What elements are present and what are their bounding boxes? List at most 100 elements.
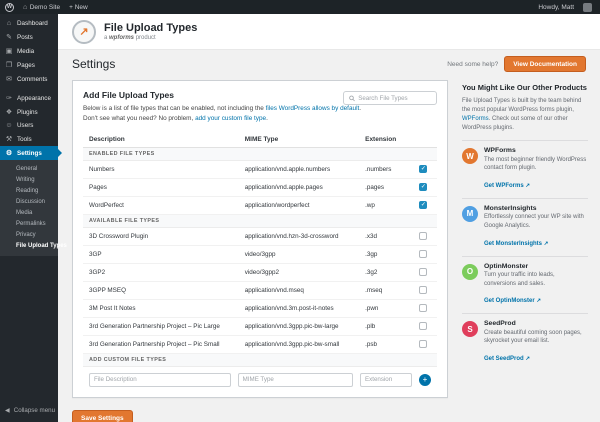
file-description: Numbers: [83, 160, 239, 178]
add-custom-type-button[interactable]: +: [419, 374, 431, 386]
sidebar-item-comments[interactable]: ✉Comments: [0, 72, 58, 86]
external-link-icon: ↗: [525, 183, 530, 189]
file-type-checkbox[interactable]: [419, 165, 427, 173]
section-label: ENABLED FILE TYPES: [83, 147, 437, 160]
submenu-item-discussion[interactable]: Discussion: [0, 196, 58, 207]
get-optinmonster-link[interactable]: Get OptinMonster ↗: [484, 298, 541, 304]
collapse-menu-button[interactable]: ◀ Collapse menu: [0, 404, 58, 417]
column-description: Description: [83, 132, 239, 148]
file-type-checkbox[interactable]: [419, 304, 427, 312]
pages-icon: ❐: [5, 61, 13, 69]
table-row: 3GP video/3gpp .3gp: [83, 245, 437, 263]
products-panel-intro: File Upload Types is built by the team b…: [462, 97, 588, 133]
file-type-checkbox[interactable]: [419, 250, 427, 258]
sidebar-item-plugins[interactable]: ❖Plugins: [0, 105, 58, 119]
submenu-item-writing[interactable]: Writing: [0, 174, 58, 185]
sidebar-item-users[interactable]: ☺Users: [0, 119, 58, 132]
product-link-label: Get WPForms: [484, 183, 524, 189]
custom-extension-input[interactable]: [360, 373, 412, 387]
optinmonster-icon: O: [462, 264, 478, 280]
content-row: Add File Upload Types Below is a list of…: [58, 78, 600, 422]
file-type-checkbox[interactable]: [419, 201, 427, 209]
wordpress-logo-icon[interactable]: W: [5, 3, 14, 12]
file-mime: application/vnd.3gpp.pic-bw-small: [239, 335, 359, 353]
wpforms-icon: W: [462, 148, 478, 164]
avatar[interactable]: [583, 3, 592, 12]
file-mime: video/3gpp: [239, 245, 359, 263]
submenu-item-general[interactable]: General: [0, 163, 58, 174]
file-type-checkbox[interactable]: [419, 232, 427, 240]
sidebar-item-tools[interactable]: ⚒Tools: [0, 132, 58, 146]
file-description: 3D Crossword Plugin: [83, 227, 239, 245]
sidebar-item-dashboard[interactable]: ⌂ Dashboard: [0, 17, 58, 30]
sidebar-item-posts[interactable]: ✎Posts: [0, 30, 58, 44]
product-name: SeedProd: [484, 320, 588, 327]
file-description: WordPerfect: [83, 196, 239, 214]
file-upload-types-logo-icon: ↗: [72, 20, 96, 44]
site-name-menu[interactable]: ⌂ Demo Site: [23, 4, 60, 11]
column-mime-type: MIME Type: [239, 132, 359, 148]
submenu-item-permalinks[interactable]: Permalinks: [0, 218, 58, 229]
main-column: Add File Upload Types Below is a list of…: [72, 80, 448, 422]
file-mime: application/wordperfect: [239, 196, 359, 214]
custom-description-input[interactable]: [89, 373, 231, 387]
posts-icon: ✎: [5, 33, 13, 41]
external-link-icon: ↗: [536, 298, 541, 304]
file-type-checkbox[interactable]: [419, 268, 427, 276]
search-input[interactable]: [358, 95, 431, 102]
products-panel-title: You Might Like Our Other Products: [462, 83, 588, 93]
save-settings-button[interactable]: Save Settings: [72, 410, 133, 422]
get-monsterinsights-link[interactable]: Get MonsterInsights ↗: [484, 241, 548, 247]
table-row: 3GPP MSEQ application/vnd.mseq .mseq: [83, 281, 437, 299]
sidebar-item-label: Plugins: [17, 109, 38, 116]
file-extension: .wp: [359, 196, 409, 214]
sidebar-item-label: Media: [17, 48, 34, 55]
file-types-table: Description MIME Type Extension ENABLED …: [83, 132, 437, 397]
file-type-checkbox[interactable]: [419, 322, 427, 330]
file-type-checkbox[interactable]: [419, 183, 427, 191]
file-mime: video/3gpp2: [239, 263, 359, 281]
file-mime: application/vnd.mseq: [239, 281, 359, 299]
product-description: Turn your traffic into leads, conversion…: [484, 271, 588, 288]
file-type-checkbox[interactable]: [419, 286, 427, 294]
submenu-item-reading[interactable]: Reading: [0, 185, 58, 196]
users-icon: ☺: [5, 122, 13, 129]
wordpress-default-types-link[interactable]: files WordPress allows by default: [266, 105, 360, 112]
admin-bar: W ⌂ Demo Site + New Howdy, Matt: [0, 0, 600, 14]
file-type-checkbox[interactable]: [419, 340, 427, 348]
search-icon: [349, 95, 355, 102]
page-title: File Upload Types: [104, 22, 197, 35]
submenu-item-file-upload-types[interactable]: File Upload Types: [0, 240, 58, 251]
desc-text: Below is a list of file types that can b…: [83, 105, 266, 112]
get-wpforms-link[interactable]: Get WPForms ↗: [484, 183, 530, 189]
custom-mime-input[interactable]: [238, 373, 353, 387]
custom-section-header: ADD CUSTOM FILE TYPES: [83, 353, 437, 366]
sidebar-item-pages[interactable]: ❐Pages: [0, 58, 58, 72]
sidebar-item-label: Dashboard: [17, 20, 48, 27]
column-checkbox: [409, 132, 437, 148]
available-section-header: AVAILABLE FILE TYPES: [83, 214, 437, 227]
column-extension: Extension: [359, 132, 409, 148]
sidebar-item-media[interactable]: ▣ Media: [0, 44, 58, 58]
submenu-item-privacy[interactable]: Privacy: [0, 229, 58, 240]
product-optinmonster: O OptinMonster Turn your traffic into le…: [462, 256, 588, 314]
howdy-menu[interactable]: Howdy, Matt: [538, 4, 574, 11]
sidebar-item-settings[interactable]: ⚙Settings: [0, 146, 58, 160]
table-header-row: Description MIME Type Extension: [83, 132, 437, 148]
site-name-label: Demo Site: [30, 4, 60, 11]
submenu-item-media[interactable]: Media: [0, 207, 58, 218]
sidebar-item-appearance[interactable]: ✑Appearance: [0, 91, 58, 105]
dashboard-icon: ⌂: [5, 20, 13, 27]
product-link-label: Get MonsterInsights: [484, 241, 542, 247]
get-seedprod-link[interactable]: Get SeedProd ↗: [484, 356, 530, 362]
settings-title: Settings: [72, 57, 115, 71]
section-label: ADD CUSTOM FILE TYPES: [83, 353, 437, 366]
new-content-menu[interactable]: + New: [69, 4, 88, 11]
file-mime: application/vnd.apple.numbers: [239, 160, 359, 178]
add-custom-file-type-link[interactable]: add your custom file type: [195, 115, 266, 122]
view-documentation-button[interactable]: View Documentation: [504, 56, 586, 72]
media-icon: ▣: [5, 47, 13, 55]
table-row: 3D Crossword Plugin application/vnd.hzn-…: [83, 227, 437, 245]
sidebar-item-label: Settings: [17, 150, 42, 157]
wpforms-link[interactable]: WPForms: [462, 116, 489, 122]
